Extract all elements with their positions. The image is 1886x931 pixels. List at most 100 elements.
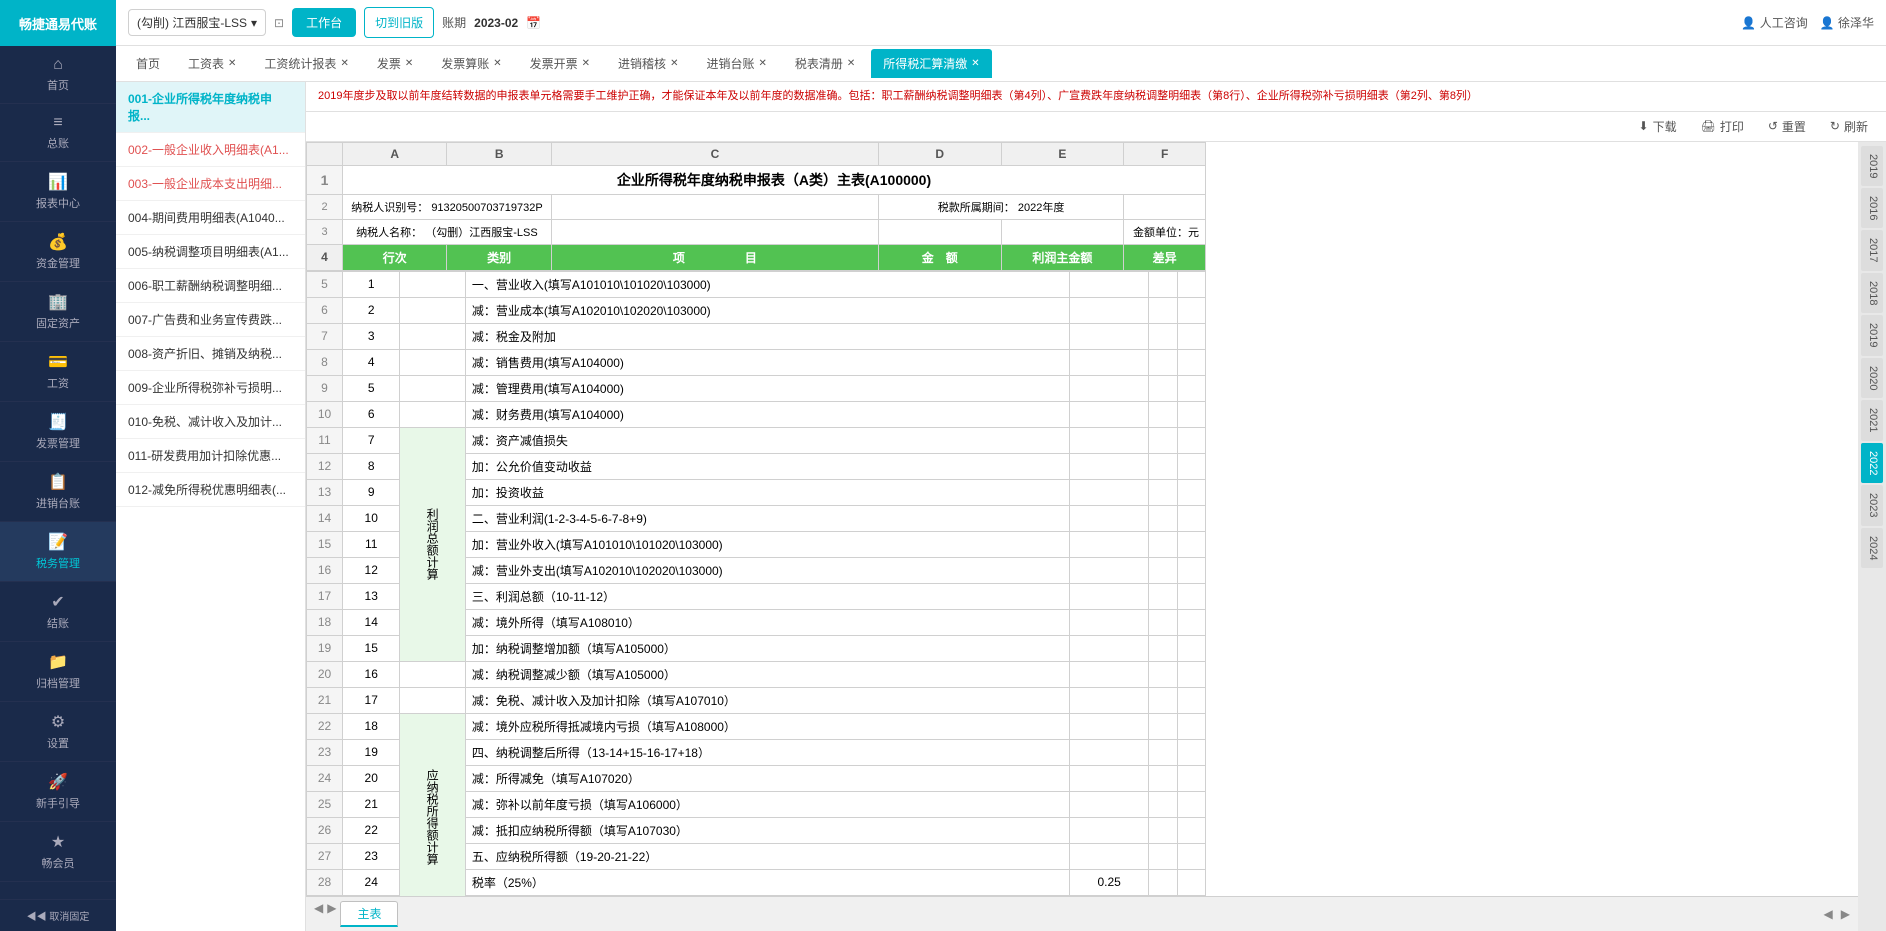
- seq-cell[interactable]: 24: [343, 869, 400, 895]
- amount-cell[interactable]: [1070, 531, 1149, 557]
- diff-cell[interactable]: [1177, 869, 1205, 895]
- sidebar-item-salesledger[interactable]: 📋 进销台账: [0, 462, 116, 522]
- amount-cell[interactable]: [1070, 661, 1149, 687]
- spreadsheet-area[interactable]: A B C D E F: [306, 142, 1858, 931]
- year-item-2023[interactable]: 2023: [1861, 485, 1883, 525]
- diff-cell[interactable]: [1177, 557, 1205, 583]
- amount-cell[interactable]: 0.25: [1070, 869, 1149, 895]
- item-cell[interactable]: 五、应纳税所得额（19-20-21-22）: [465, 843, 1069, 869]
- tab-close-icon[interactable]: ✕: [493, 58, 501, 69]
- diff-cell[interactable]: [1177, 297, 1205, 323]
- diff-cell[interactable]: [1177, 635, 1205, 661]
- item-cell[interactable]: 减：营业外支出(填写A102010\102020\103000): [465, 557, 1069, 583]
- profit-cell[interactable]: [1149, 635, 1177, 661]
- left-panel-item-003[interactable]: 003-一般企业成本支出明细...: [116, 167, 305, 201]
- item-cell[interactable]: 三、利润总额（10-11-12）: [465, 583, 1069, 609]
- scroll-right-icon[interactable]: ▶: [1841, 907, 1850, 921]
- diff-cell[interactable]: [1177, 713, 1205, 739]
- amount-cell[interactable]: [1070, 791, 1149, 817]
- seq-cell[interactable]: 17: [343, 687, 400, 713]
- profit-cell[interactable]: [1149, 869, 1177, 895]
- seq-cell[interactable]: 4: [343, 349, 400, 375]
- profit-cell[interactable]: [1149, 791, 1177, 817]
- sidebar-item-payroll[interactable]: 💳 工资: [0, 342, 116, 402]
- tab-payroll-stats[interactable]: 工资统计报表 ✕: [252, 49, 360, 78]
- nav-left-arrow[interactable]: ◀: [314, 901, 323, 927]
- seq-cell[interactable]: 2: [343, 297, 400, 323]
- amount-cell[interactable]: [1070, 349, 1149, 375]
- sidebar-item-home[interactable]: ⌂ 首页: [0, 46, 116, 104]
- sidebar-item-fund[interactable]: 💰 资金管理: [0, 222, 116, 282]
- sidebar-item-archive[interactable]: 📁 归档管理: [0, 642, 116, 702]
- nav-right-arrow[interactable]: ▶: [327, 901, 336, 927]
- item-cell[interactable]: 减：纳税调整减少额（填写A105000）: [465, 661, 1069, 687]
- diff-cell[interactable]: [1177, 427, 1205, 453]
- item-cell[interactable]: 减：营业成本(填写A102010\102020\103000): [465, 297, 1069, 323]
- left-panel-item-001[interactable]: 001-企业所得税年度纳税申报...: [116, 82, 305, 133]
- tab-close-icon[interactable]: ✕: [758, 58, 766, 69]
- calendar-icon[interactable]: 📅: [526, 16, 541, 30]
- profit-cell[interactable]: [1149, 323, 1177, 349]
- tab-close-icon[interactable]: ✕: [847, 58, 855, 69]
- profit-cell[interactable]: [1149, 843, 1177, 869]
- diff-cell[interactable]: [1177, 401, 1205, 427]
- sheet-tab-main[interactable]: 主表: [340, 901, 398, 927]
- tab-tax-table[interactable]: 税表清册 ✕: [783, 49, 867, 78]
- item-cell[interactable]: 四、纳税调整后所得（13-14+15-16-17+18）: [465, 739, 1069, 765]
- year-item-2016[interactable]: 2016: [1861, 188, 1883, 228]
- seq-cell[interactable]: 22: [343, 817, 400, 843]
- item-cell[interactable]: 减：所得减免（填写A107020）: [465, 765, 1069, 791]
- workbench-button[interactable]: 工作台: [292, 8, 356, 37]
- tab-invoice-calc[interactable]: 发票算账 ✕: [429, 49, 513, 78]
- left-panel-item-011[interactable]: 011-研发费用加计扣除优惠...: [116, 439, 305, 473]
- seq-cell[interactable]: 16: [343, 661, 400, 687]
- copy-icon[interactable]: ⊡: [274, 16, 284, 30]
- profit-cell[interactable]: [1149, 583, 1177, 609]
- sidebar-item-report[interactable]: 📊 报表中心: [0, 162, 116, 222]
- profit-cell[interactable]: [1149, 505, 1177, 531]
- amount-cell[interactable]: [1070, 739, 1149, 765]
- tab-invoice[interactable]: 发票 ✕: [365, 49, 425, 78]
- profit-cell[interactable]: [1149, 817, 1177, 843]
- diff-cell[interactable]: [1177, 531, 1205, 557]
- amount-cell[interactable]: [1070, 505, 1149, 531]
- item-cell[interactable]: 减：税金及附加: [465, 323, 1069, 349]
- amount-cell[interactable]: [1070, 453, 1149, 479]
- amount-cell[interactable]: [1070, 635, 1149, 661]
- item-cell[interactable]: 一、营业收入(填写A101010\101020\103000): [465, 271, 1069, 297]
- company-selector[interactable]: (勾削) 江西服宝-LSS ▾: [128, 9, 266, 36]
- diff-cell[interactable]: [1177, 453, 1205, 479]
- item-cell[interactable]: 减：资产减值损失: [465, 427, 1069, 453]
- year-item-2022[interactable]: 2022: [1861, 443, 1883, 483]
- tab-close-icon[interactable]: ✕: [971, 58, 979, 69]
- sidebar-item-member[interactable]: ★ 畅会员: [0, 822, 116, 882]
- item-cell[interactable]: 减：财务费用(填写A104000): [465, 401, 1069, 427]
- diff-cell[interactable]: [1177, 609, 1205, 635]
- tab-close-icon[interactable]: ✕: [340, 58, 348, 69]
- seq-cell[interactable]: 21: [343, 791, 400, 817]
- sidebar-item-tax[interactable]: 📝 税务管理: [0, 522, 116, 582]
- amount-cell[interactable]: [1070, 609, 1149, 635]
- sidebar-item-invoice[interactable]: 🧾 发票管理: [0, 402, 116, 462]
- diff-cell[interactable]: [1177, 739, 1205, 765]
- seq-cell[interactable]: 14: [343, 609, 400, 635]
- seq-cell[interactable]: 1: [343, 271, 400, 297]
- amount-cell[interactable]: [1070, 427, 1149, 453]
- diff-cell[interactable]: [1177, 765, 1205, 791]
- seq-cell[interactable]: 3: [343, 323, 400, 349]
- amount-cell[interactable]: [1070, 765, 1149, 791]
- year-item-2024[interactable]: 2024: [1861, 528, 1883, 568]
- tab-invoice-open[interactable]: 发票开票 ✕: [518, 49, 602, 78]
- diff-cell[interactable]: [1177, 505, 1205, 531]
- diff-cell[interactable]: [1177, 323, 1205, 349]
- profit-cell[interactable]: [1149, 687, 1177, 713]
- diff-cell[interactable]: [1177, 349, 1205, 375]
- profit-cell[interactable]: [1149, 349, 1177, 375]
- amount-cell[interactable]: [1070, 271, 1149, 297]
- item-cell[interactable]: 二、营业利润(1-2-3-4-5-6-7-8+9): [465, 505, 1069, 531]
- left-panel-item-002[interactable]: 002-一般企业收入明细表(A1...: [116, 133, 305, 167]
- tab-income-tax[interactable]: 所得税汇算清缴 ✕: [871, 49, 991, 78]
- diff-cell[interactable]: [1177, 661, 1205, 687]
- seq-cell[interactable]: 7: [343, 427, 400, 453]
- seq-cell[interactable]: 18: [343, 713, 400, 739]
